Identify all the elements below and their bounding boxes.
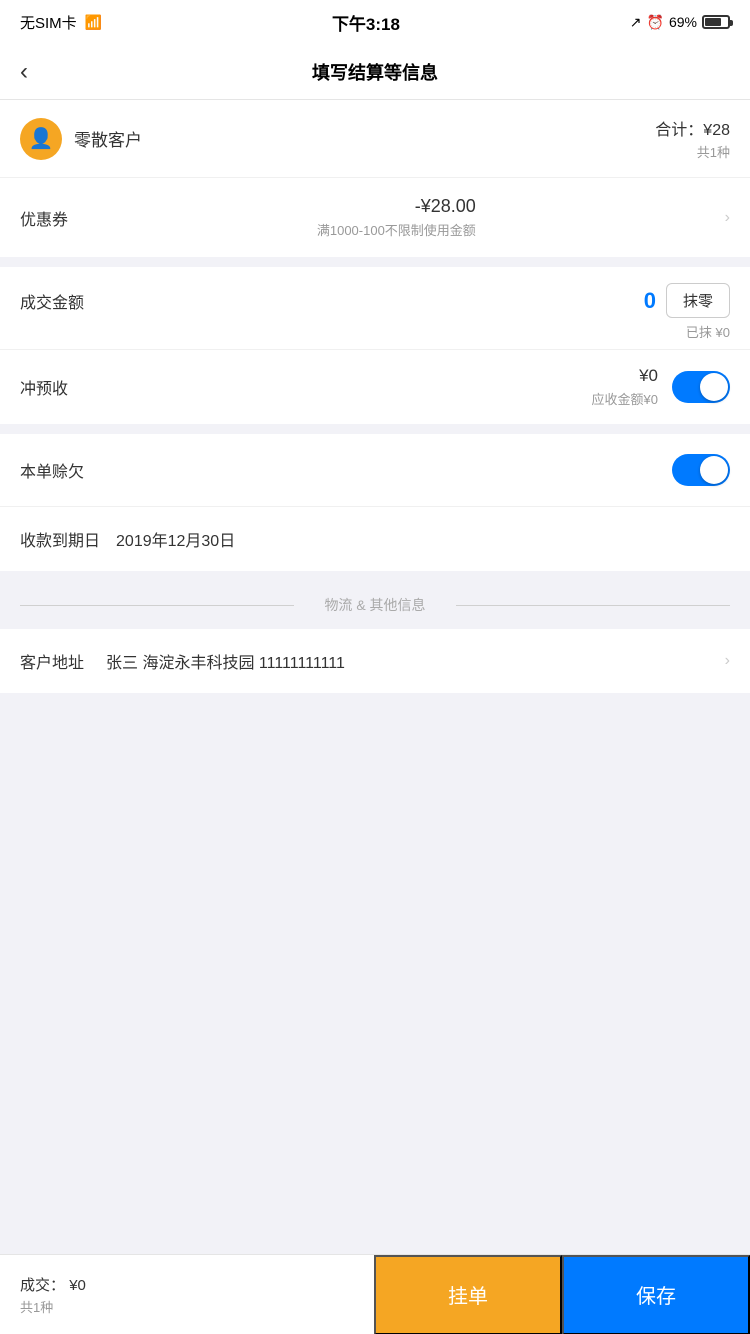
avatar: 👤 [20, 118, 62, 160]
status-time: 下午3:18 [332, 10, 400, 35]
deal-sub: 已抹 ¥0 [20, 322, 730, 341]
address-section: 客户地址 张三 海淀永丰科技园 11111111111 › [0, 629, 750, 693]
deal-value: 0 [644, 288, 656, 314]
spacer [0, 703, 750, 803]
status-left: 无SIM卡 📶 [20, 12, 102, 33]
due-date-label: 收款到期日 [20, 527, 100, 551]
deal-right: 0 抹零 [644, 283, 730, 318]
chevron-right-icon: › [725, 209, 730, 227]
address-row[interactable]: 客户地址 张三 海淀永丰科技园 11111111111 › [0, 629, 750, 693]
bottom-bar: 成交： ¥0 共1种 挂单 保存 [0, 1254, 750, 1334]
back-button[interactable]: ‹ [20, 58, 28, 86]
debit-section: 本单赊欠 收款到期日 2019年12月30日 [0, 434, 750, 571]
round-zero-button[interactable]: 抹零 [666, 283, 730, 318]
transaction-value: ¥0 [69, 1277, 86, 1294]
deal-section: 成交金额 0 抹零 已抹 ¥0 冲预收 ¥0 应收金额¥0 [0, 267, 750, 424]
battery-label: 69% [669, 14, 697, 30]
divider-section: 物流 & 其他信息 [0, 581, 750, 629]
prepay-right: ¥0 应收金额¥0 [592, 366, 730, 408]
debit-label: 本单赊欠 [20, 458, 84, 482]
total-label: 合计：¥28 [655, 116, 730, 140]
prepay-receivable: 应收金额¥0 [592, 389, 658, 408]
coupon-label: 优惠券 [20, 206, 68, 230]
hold-button[interactable]: 挂单 [374, 1255, 562, 1334]
customer-name: 零散客户 [74, 126, 142, 151]
customer-right: 合计：¥28 共1种 [655, 116, 730, 161]
debit-row: 本单赊欠 [0, 434, 750, 506]
divider-line-right [456, 605, 730, 606]
customer-left: 👤 零散客户 [20, 118, 142, 160]
deal-amount-row: 成交金额 0 抹零 已抹 ¥0 [0, 267, 750, 349]
toggle-knob [700, 373, 728, 401]
nav-bar: ‹ 填写结算等信息 [0, 44, 750, 100]
transaction-label: 成交： [20, 1277, 65, 1294]
coupon-row[interactable]: 优惠券 -¥28.00 满1000-100不限制使用金额 › [0, 177, 750, 257]
coupon-right: -¥28.00 满1000-100不限制使用金额 [317, 196, 476, 239]
deal-top: 成交金额 0 抹零 [20, 283, 730, 318]
due-date-value: 2019年12月30日 [116, 527, 235, 551]
alarm-icon: ⏰ [647, 14, 664, 31]
divider-text: 物流 & 其他信息 [314, 595, 435, 615]
prepay-amounts: ¥0 应收金额¥0 [592, 366, 658, 408]
location-icon: ↗ [630, 14, 642, 31]
battery-icon [702, 15, 730, 29]
status-bar: 无SIM卡 📶 下午3:18 ↗ ⏰ 69% [0, 0, 750, 44]
customer-section: 👤 零散客户 合计：¥28 共1种 优惠券 -¥28.00 满1000-100不… [0, 100, 750, 257]
status-right: ↗ ⏰ 69% [630, 14, 730, 31]
address-label: 客户地址 [20, 649, 90, 673]
save-button[interactable]: 保存 [562, 1255, 750, 1334]
total-count: 共1种 [655, 142, 730, 161]
coupon-description: 满1000-100不限制使用金额 [317, 220, 476, 239]
address-chevron-icon: › [725, 652, 730, 670]
divider-line-left [20, 605, 294, 606]
deal-amount-label: 成交金额 [20, 289, 84, 313]
address-value: 张三 海淀永丰科技园 11111111111 [106, 649, 725, 673]
debit-toggle-knob [700, 456, 728, 484]
prepay-toggle[interactable] [672, 371, 730, 403]
bottom-left: 成交： ¥0 共1种 [0, 1274, 374, 1316]
coupon-amount: -¥28.00 [317, 196, 476, 217]
page-title: 填写结算等信息 [312, 59, 438, 85]
bottom-transaction: 成交： ¥0 [20, 1274, 354, 1295]
wifi-icon: 📶 [85, 14, 102, 31]
prepay-row: 冲预收 ¥0 应收金额¥0 [0, 349, 750, 424]
prepay-amount: ¥0 [592, 366, 658, 386]
debit-toggle[interactable] [672, 454, 730, 486]
due-date-row: 收款到期日 2019年12月30日 [0, 506, 750, 571]
customer-row: 👤 零散客户 合计：¥28 共1种 [0, 100, 750, 177]
bottom-count: 共1种 [20, 1297, 354, 1316]
avatar-icon: 👤 [29, 126, 54, 151]
prepay-label: 冲预收 [20, 375, 68, 399]
no-sim-label: 无SIM卡 [20, 12, 77, 33]
